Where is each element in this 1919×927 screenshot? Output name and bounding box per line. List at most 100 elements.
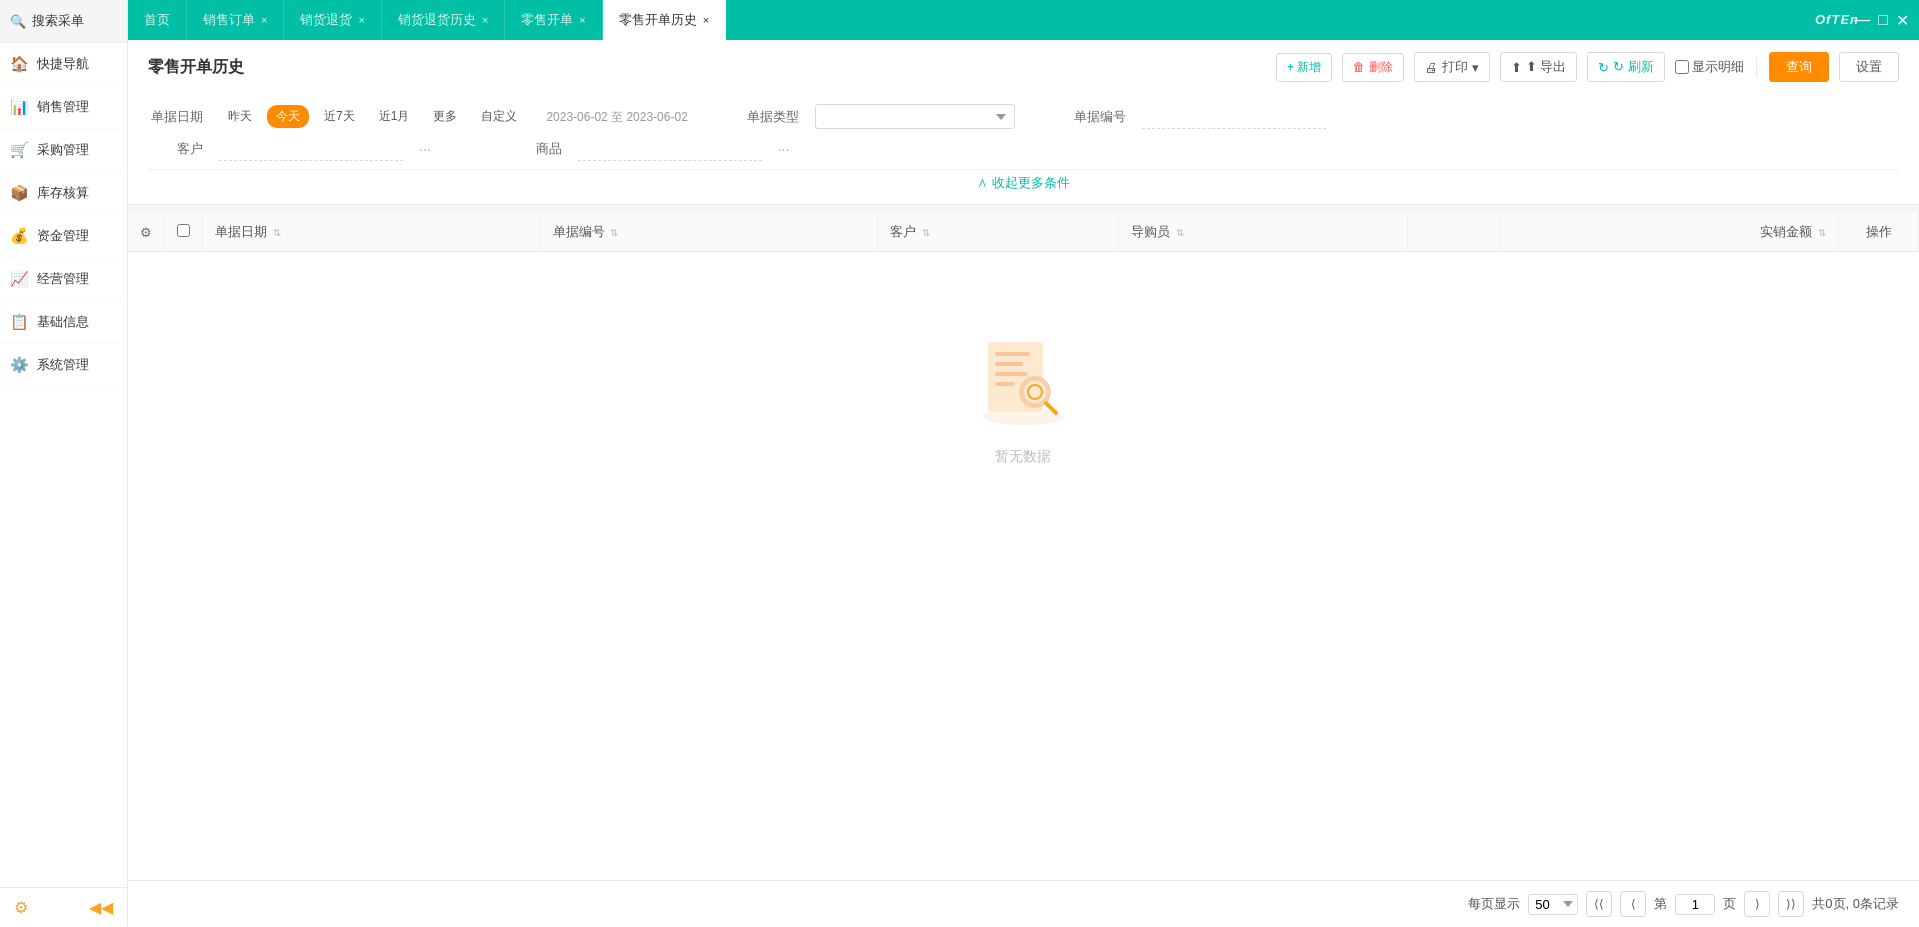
- column-settings-icon[interactable]: ⚙: [140, 225, 152, 240]
- tab-sales-return-history[interactable]: 销货退货历史 ×: [382, 0, 505, 40]
- tab-sales-return-close[interactable]: ×: [358, 14, 364, 26]
- collapse-sidebar-icon[interactable]: ◀◀: [89, 898, 113, 917]
- print-icon: 🖨: [1425, 60, 1438, 75]
- sidebar-item-label: 库存核算: [37, 184, 89, 202]
- filter-area: 单据日期 昨天 今天 近7天 近1月 更多 自定义 2023-06-02 至 2…: [148, 94, 1899, 204]
- date-btn-today[interactable]: 今天: [267, 105, 309, 128]
- page-header: 零售开单历史 + 新增 🗑 删除 🖨 打印 ▾ ⬆ ⬆ 导出 ↻: [128, 40, 1919, 205]
- home-icon: 🏠: [10, 55, 29, 73]
- goods-select-icon[interactable]: ···: [778, 141, 790, 157]
- sidebar: 🔍 搜索采单 🏠 快捷导航 📊 销售管理 🛒 采购管理 📦 库存核算 💰 资金管…: [0, 0, 128, 927]
- chart-icon: 📊: [10, 98, 29, 116]
- bill-no-input[interactable]: [1142, 105, 1326, 129]
- doc-icon: 📋: [10, 313, 29, 331]
- filter-row-2: 客户 ··· 商品 ···: [148, 137, 1899, 161]
- refresh-button[interactable]: ↻ ↻ 刷新: [1587, 52, 1665, 82]
- date-filter-group: 昨天 今天 近7天 近1月 更多 自定义: [219, 105, 526, 128]
- sidebar-item-purchase-mgmt[interactable]: 🛒 采购管理: [0, 129, 127, 172]
- sidebar-item-label: 系统管理: [37, 356, 89, 374]
- per-page-select[interactable]: 10 20 50 100: [1528, 894, 1578, 915]
- window-close-btn[interactable]: ✕: [1896, 11, 1909, 30]
- tab-retail-open[interactable]: 零售开单 ×: [505, 0, 602, 40]
- display-detail-checkbox[interactable]: [1675, 60, 1689, 74]
- th-amount-sort[interactable]: ⇅: [1818, 227, 1826, 238]
- content-area: 零售开单历史 + 新增 🗑 删除 🖨 打印 ▾ ⬆ ⬆ 导出 ↻: [128, 40, 1919, 927]
- th-checkbox[interactable]: [165, 213, 203, 252]
- search-menu-item[interactable]: 🔍 搜索采单: [0, 0, 127, 43]
- table-header-row: ⚙ 单据日期 ⇅ 单据编号 ⇅: [128, 213, 1919, 252]
- bill-type-select[interactable]: [815, 104, 1015, 129]
- print-button[interactable]: 🖨 打印 ▾: [1414, 52, 1490, 82]
- date-btn-last7[interactable]: 近7天: [315, 105, 364, 128]
- tab-retail-history-close[interactable]: ×: [703, 14, 709, 26]
- svg-rect-3: [995, 362, 1023, 366]
- print-label: 打印: [1442, 58, 1468, 76]
- th-guide-label: 导购员: [1131, 224, 1170, 239]
- tab-home-label: 首页: [144, 11, 170, 29]
- sidebar-item-sales-mgmt[interactable]: 📊 销售管理: [0, 86, 127, 129]
- display-detail-toggle[interactable]: 显示明细: [1675, 58, 1744, 76]
- sidebar-item-finance[interactable]: 💰 资金管理: [0, 215, 127, 258]
- tab-retail-history[interactable]: 零售开单历史 ×: [603, 0, 726, 40]
- goods-input[interactable]: [578, 137, 762, 161]
- tab-bar: 首页 销售订单 × 销货退货 × 销货退货历史 × 零售开单 × 零售开单历史 …: [128, 0, 1919, 40]
- customer-input[interactable]: [219, 137, 403, 161]
- tab-sales-order-close[interactable]: ×: [261, 14, 267, 26]
- export-button[interactable]: ⬆ ⬆ 导出: [1500, 52, 1578, 82]
- sidebar-item-label: 快捷导航: [37, 55, 89, 73]
- refresh-label: ↻ 刷新: [1613, 58, 1654, 76]
- sidebar-item-quick-nav[interactable]: 🏠 快捷导航: [0, 43, 127, 86]
- sidebar-item-basic-info[interactable]: 📋 基础信息: [0, 301, 127, 344]
- tab-retail-open-close[interactable]: ×: [579, 14, 585, 26]
- tab-sales-order[interactable]: 销售订单 ×: [187, 0, 284, 40]
- th-amount-label: 实销金额: [1760, 224, 1812, 239]
- th-guide: 导购员 ⇅: [1119, 213, 1408, 252]
- empty-illustration: [963, 332, 1083, 432]
- th-date-sort[interactable]: ⇅: [273, 227, 281, 238]
- last-page-btn[interactable]: ⟩⟩: [1778, 891, 1804, 917]
- th-guide-sort[interactable]: ⇅: [1176, 227, 1184, 238]
- th-amount: 实销金额 ⇅: [1501, 213, 1839, 252]
- query-button[interactable]: 查询: [1769, 52, 1829, 82]
- settings-icon[interactable]: ⚙: [14, 898, 28, 917]
- first-page-btn[interactable]: ⟨⟨: [1586, 891, 1612, 917]
- date-btn-custom[interactable]: 自定义: [472, 105, 526, 128]
- select-all-checkbox[interactable]: [177, 224, 190, 237]
- money-icon: 💰: [10, 227, 29, 245]
- cart-icon: 🛒: [10, 141, 29, 159]
- bill-type-label: 单据类型: [744, 108, 799, 126]
- delete-button[interactable]: 🗑 删除: [1342, 53, 1403, 82]
- sidebar-footer: ⚙ ◀◀: [0, 887, 127, 927]
- date-btn-more[interactable]: 更多: [424, 105, 466, 128]
- th-no-sort[interactable]: ⇅: [610, 227, 618, 238]
- tab-home[interactable]: 首页: [128, 0, 187, 40]
- settings-button[interactable]: 设置: [1839, 52, 1899, 82]
- per-page-label: 每页显示: [1468, 895, 1520, 913]
- th-settings[interactable]: ⚙: [128, 213, 165, 252]
- add-button[interactable]: + 新增: [1276, 53, 1332, 82]
- prev-page-btn[interactable]: ⟨: [1620, 891, 1646, 917]
- tab-sales-return[interactable]: 销货退货 ×: [284, 0, 381, 40]
- table-body: 暂无数据: [128, 252, 1919, 527]
- window-maximize-btn[interactable]: □: [1878, 11, 1888, 29]
- customer-select-icon[interactable]: ···: [419, 141, 431, 157]
- th-customer: 客户 ⇅: [878, 213, 1119, 252]
- date-btn-yesterday[interactable]: 昨天: [219, 105, 261, 128]
- gear-icon: ⚙️: [10, 356, 29, 374]
- sidebar-nav: 🏠 快捷导航 📊 销售管理 🛒 采购管理 📦 库存核算 💰 资金管理 📈 经营管…: [0, 43, 127, 887]
- next-page-btn[interactable]: ⟩: [1744, 891, 1770, 917]
- customer-filter-label: 客户: [148, 140, 203, 158]
- sidebar-item-operations[interactable]: 📈 经营管理: [0, 258, 127, 301]
- th-customer-label: 客户: [890, 224, 916, 239]
- sidebar-item-inventory[interactable]: 📦 库存核算: [0, 172, 127, 215]
- date-btn-last-month[interactable]: 近1月: [370, 105, 419, 128]
- th-customer-sort[interactable]: ⇅: [922, 227, 930, 238]
- goods-filter-label: 商品: [507, 140, 562, 158]
- tab-sales-return-history-label: 销货退货历史: [398, 11, 476, 29]
- date-filter-label: 单据日期: [148, 108, 203, 126]
- tab-sales-return-history-close[interactable]: ×: [482, 14, 488, 26]
- th-spacer: [1408, 213, 1501, 252]
- current-page-input[interactable]: 1: [1675, 894, 1715, 915]
- collapse-filter-row[interactable]: ∧ 收起更多条件: [148, 169, 1899, 196]
- sidebar-item-system[interactable]: ⚙️ 系统管理: [0, 344, 127, 387]
